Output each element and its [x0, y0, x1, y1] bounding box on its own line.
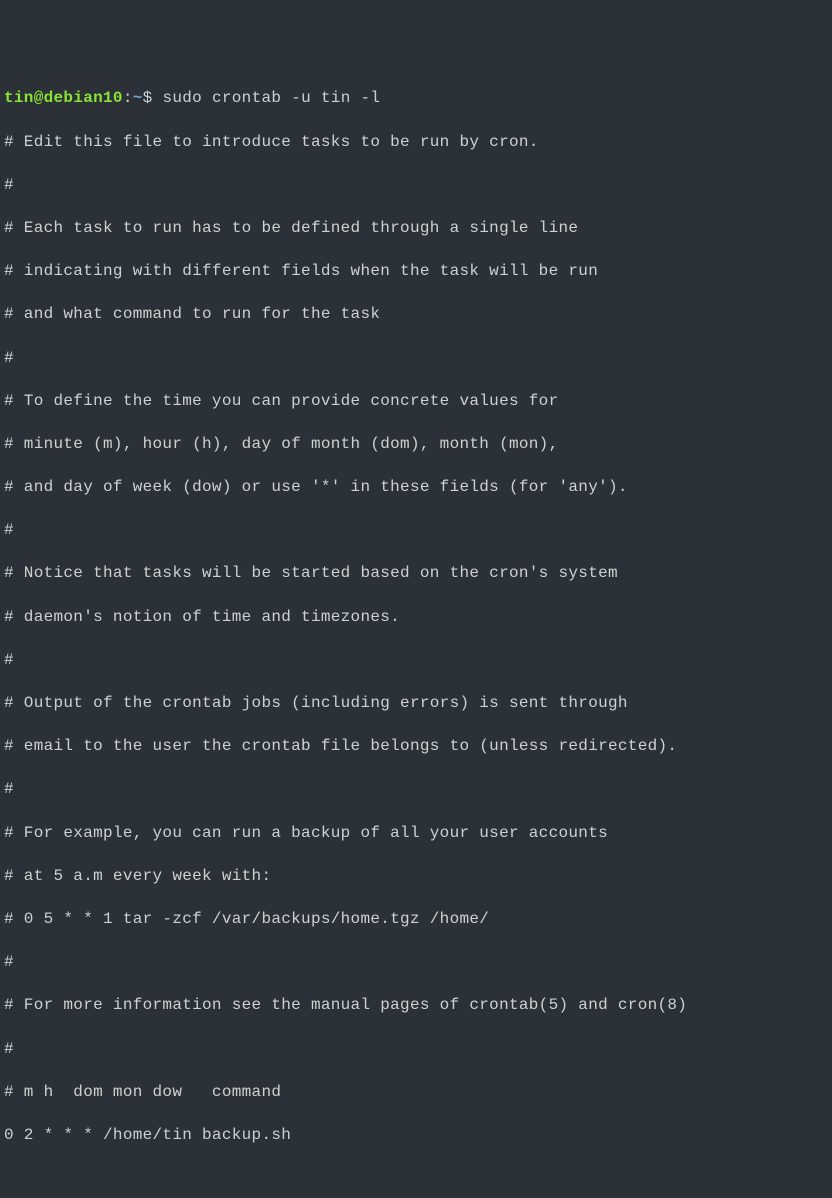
output-line: # Output of the crontab jobs (including …: [4, 693, 828, 715]
command-text: sudo crontab -u tin -l: [162, 89, 380, 107]
output-line: # Edit this file to introduce tasks to b…: [4, 132, 828, 154]
output-line: # Notice that tasks will be started base…: [4, 563, 828, 585]
output-line: # minute (m), hour (h), day of month (do…: [4, 434, 828, 456]
output-line: # For example, you can run a backup of a…: [4, 823, 828, 845]
output-line: # and day of week (dow) or use '*' in th…: [4, 477, 828, 499]
output-line: #: [4, 779, 828, 801]
output-line: #: [4, 650, 828, 672]
output-line: 0 2 * * * /home/tin backup.sh: [4, 1125, 828, 1147]
output-line: #: [4, 952, 828, 974]
output-line: # m h dom mon dow command: [4, 1082, 828, 1104]
output-line: # For more information see the manual pa…: [4, 995, 828, 1017]
output-line: # indicating with different fields when …: [4, 261, 828, 283]
prompt-line: tin@debian10:~$ sudo crontab -u tin -l: [4, 88, 828, 110]
output-line: # daemon's notion of time and timezones.: [4, 607, 828, 629]
prompt-colon: :: [123, 89, 133, 107]
prompt-symbol: $: [143, 89, 163, 107]
prompt-host: debian10: [44, 89, 123, 107]
output-line: # email to the user the crontab file bel…: [4, 736, 828, 758]
output-line: # at 5 a.m every week with:: [4, 866, 828, 888]
prompt-at: @: [34, 89, 44, 107]
output-line: #: [4, 1039, 828, 1061]
output-line: #: [4, 175, 828, 197]
output-line: #: [4, 348, 828, 370]
output-line: # Each task to run has to be defined thr…: [4, 218, 828, 240]
output-line: # and what command to run for the task: [4, 304, 828, 326]
prompt-path: ~: [133, 89, 143, 107]
terminal[interactable]: tin@debian10:~$ sudo crontab -u tin -l #…: [4, 88, 828, 1146]
output-line: #: [4, 520, 828, 542]
output-line: # 0 5 * * 1 tar -zcf /var/backups/home.t…: [4, 909, 828, 931]
output-line: # To define the time you can provide con…: [4, 391, 828, 413]
prompt-user: tin: [4, 89, 34, 107]
